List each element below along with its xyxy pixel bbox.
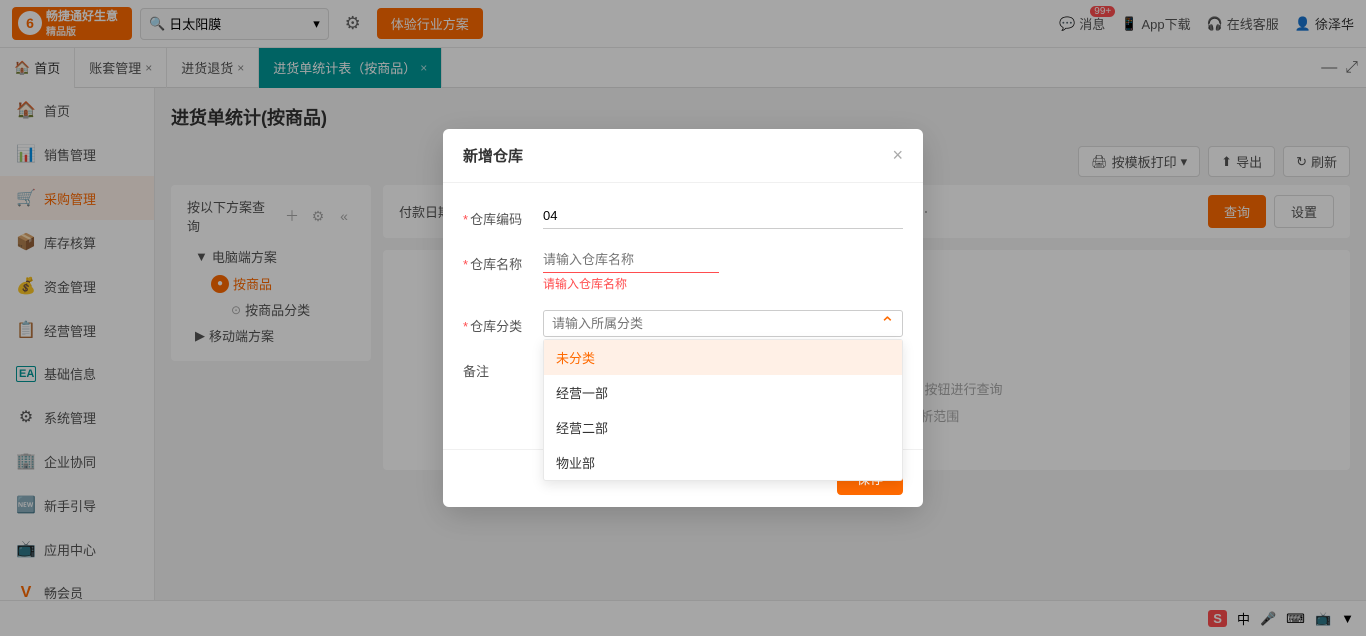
modal-overlay[interactable]: 新增仓库 × 仓库编码 仓库名称 请输入仓库名称 仓库分类 [0,0,1366,636]
modal-header: 新增仓库 × [443,129,923,183]
name-error-msg: 请输入仓库名称 [543,275,627,292]
dropdown-item-none[interactable]: 未分类 [544,340,902,375]
code-label: 仓库编码 [463,203,543,228]
modal-body: 仓库编码 仓库名称 请输入仓库名称 仓库分类 ⌃ [443,183,923,449]
dropdown-item-op1[interactable]: 经营一部 [544,375,902,410]
form-row-category: 仓库分类 ⌃ 未分类 经营一部 经营二部 物业部 [463,310,903,337]
form-row-code: 仓库编码 [463,203,903,229]
modal-close-btn[interactable]: × [892,145,903,166]
modal-new-warehouse: 新增仓库 × 仓库编码 仓库名称 请输入仓库名称 仓库分类 [443,129,923,507]
category-select-wrapper: ⌃ 未分类 经营一部 经营二部 物业部 [543,310,903,337]
code-input[interactable] [543,203,903,229]
dropdown-item-op3[interactable]: 物业部 [544,445,902,480]
category-label: 仓库分类 [463,310,543,335]
dropdown-item-op2[interactable]: 经营二部 [544,410,902,445]
form-row-name: 仓库名称 请输入仓库名称 [463,247,903,292]
category-dropdown: 未分类 经营一部 经营二部 物业部 [543,339,903,481]
category-input[interactable] [543,310,903,337]
name-label: 仓库名称 [463,248,543,273]
modal-title: 新增仓库 [463,145,523,166]
note-label: 备注 [463,355,543,380]
name-input[interactable] [543,247,719,273]
